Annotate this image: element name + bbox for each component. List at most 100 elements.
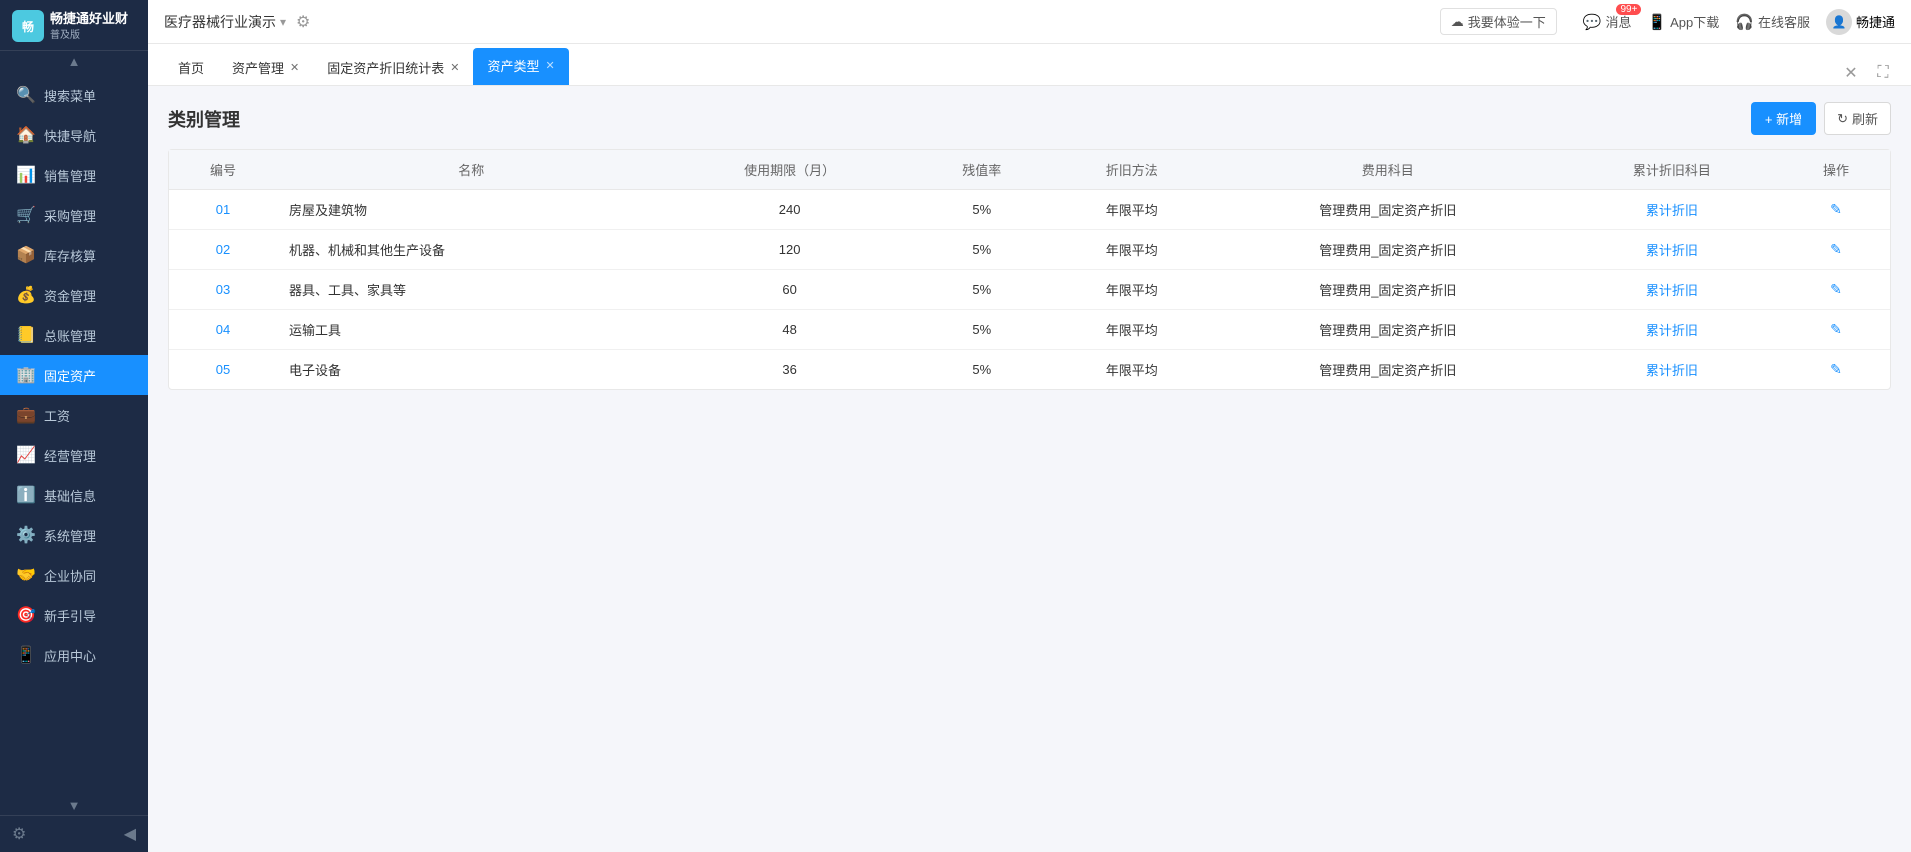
cell-action[interactable]: ✎ — [1782, 270, 1890, 310]
download-icon: 📱 — [1647, 13, 1666, 31]
sidebar-item-purchase[interactable]: 🛒 采购管理 — [0, 195, 148, 235]
sidebar-item-quick-nav[interactable]: 🏠 快捷导航 — [0, 115, 148, 155]
cell-id[interactable]: 02 — [169, 230, 277, 270]
sidebar-item-fixed-assets[interactable]: 🏢 固定资产 — [0, 355, 148, 395]
sidebar-item-newbie[interactable]: 🎯 新手引导 — [0, 595, 148, 635]
search-icon: 🔍 — [16, 85, 36, 105]
edit-icon[interactable]: ✎ — [1830, 241, 1842, 257]
tab-close-depreciation[interactable]: ✕ — [450, 61, 459, 74]
sidebar-item-inventory[interactable]: 📦 库存核算 — [0, 235, 148, 275]
cell-months: 240 — [666, 190, 914, 230]
edit-icon[interactable]: ✎ — [1830, 361, 1842, 377]
tab-asset-mgmt[interactable]: 资产管理 ✕ — [218, 50, 313, 85]
app-center-icon: 📱 — [16, 645, 36, 665]
tabs-bar: 首页 资产管理 ✕ 固定资产折旧统计表 ✕ 资产类型 ✕ ✕ ⛶ — [148, 44, 1911, 86]
gear-icon[interactable]: ⚙ — [296, 12, 310, 32]
cell-residual: 5% — [914, 230, 1050, 270]
online-service-button[interactable]: 🎧 在线客服 — [1735, 12, 1810, 31]
sidebar-item-app-center[interactable]: 📱 应用中心 — [0, 635, 148, 675]
cell-action[interactable]: ✎ — [1782, 350, 1890, 390]
inventory-icon: 📦 — [16, 245, 36, 265]
scroll-down-btn[interactable]: ▼ — [0, 795, 148, 815]
main-content: 医疗器械行业演示 ▾ ⚙ ☁ 我要体验一下 💬 消息 99+ 📱 App下载 🎧 — [148, 0, 1911, 852]
sidebar-item-ledger[interactable]: 📒 总账管理 — [0, 315, 148, 355]
topbar-right: 💬 消息 99+ 📱 App下载 🎧 在线客服 👤 畅捷通 — [1583, 9, 1895, 35]
table-header-row: 编号 名称 使用期限（月） 残值率 折旧方法 费用科目 累计折旧科目 操作 — [169, 150, 1890, 190]
sidebar-item-system[interactable]: ⚙️ 系统管理 — [0, 515, 148, 555]
col-header-action: 操作 — [1782, 150, 1890, 190]
cell-accumulated: 累计折旧 — [1562, 350, 1782, 390]
col-header-id: 编号 — [169, 150, 277, 190]
sidebar-item-salary[interactable]: 💼 工资 — [0, 395, 148, 435]
tab-home[interactable]: 首页 — [164, 50, 218, 85]
edit-icon[interactable]: ✎ — [1830, 321, 1842, 337]
cell-action[interactable]: ✎ — [1782, 230, 1890, 270]
scroll-up-btn[interactable]: ▲ — [0, 51, 148, 71]
app-download-button[interactable]: 📱 App下载 — [1647, 12, 1719, 31]
edit-icon[interactable]: ✎ — [1830, 281, 1842, 297]
experience-icon: ☁ — [1451, 14, 1464, 30]
page-content: 类别管理 + 新增 ↻ 刷新 编号 名称 使用期限（月） 残值率 折旧方法 — [148, 86, 1911, 852]
cell-action[interactable]: ✎ — [1782, 310, 1890, 350]
cell-expense: 管理费用_固定资产折旧 — [1214, 350, 1562, 390]
cell-action[interactable]: ✎ — [1782, 190, 1890, 230]
tab-close-asset-type[interactable]: ✕ — [546, 59, 555, 72]
cell-id[interactable]: 05 — [169, 350, 277, 390]
cell-accumulated: 累计折旧 — [1562, 230, 1782, 270]
service-icon: 🎧 — [1735, 13, 1754, 31]
app-logo-icon: 畅 — [12, 10, 44, 42]
notification-badge: 99+ — [1616, 4, 1641, 15]
notifications-button[interactable]: 💬 消息 99+ — [1583, 12, 1632, 31]
sidebar-item-basic-info[interactable]: ℹ️ 基础信息 — [0, 475, 148, 515]
cell-name: 器具、工具、家具等 — [277, 270, 666, 310]
settings-icon[interactable]: ⚙ — [12, 824, 26, 844]
sidebar-item-sales[interactable]: 📊 销售管理 — [0, 155, 148, 195]
close-window-btn[interactable]: ✕ — [1839, 61, 1863, 85]
salary-icon: 💼 — [16, 405, 36, 425]
cell-residual: 5% — [914, 350, 1050, 390]
tab-depreciation-table[interactable]: 固定资产折旧统计表 ✕ — [313, 50, 473, 85]
capital-icon: 💰 — [16, 285, 36, 305]
cell-months: 48 — [666, 310, 914, 350]
sidebar-item-search[interactable]: 🔍 搜索菜单 — [0, 75, 148, 115]
cell-months: 60 — [666, 270, 914, 310]
new-button[interactable]: + 新增 — [1751, 102, 1816, 135]
sidebar-item-operation[interactable]: 📈 经营管理 — [0, 435, 148, 475]
experience-button[interactable]: ☁ 我要体验一下 — [1440, 8, 1557, 35]
table-row: 05 电子设备 36 5% 年限平均 管理费用_固定资产折旧 累计折旧 ✎ — [169, 350, 1890, 390]
cell-accumulated: 累计折旧 — [1562, 310, 1782, 350]
page-header: 类别管理 + 新增 ↻ 刷新 — [168, 102, 1891, 135]
col-header-accumulated: 累计折旧科目 — [1562, 150, 1782, 190]
refresh-button[interactable]: ↻ 刷新 — [1824, 102, 1891, 135]
sidebar-item-enterprise[interactable]: 🤝 企业协同 — [0, 555, 148, 595]
cell-name: 房屋及建筑物 — [277, 190, 666, 230]
sidebar-item-capital[interactable]: 💰 资金管理 — [0, 275, 148, 315]
topbar-title: 医疗器械行业演示 ▾ — [164, 12, 286, 32]
tab-asset-type[interactable]: 资产类型 ✕ — [473, 48, 568, 85]
basic-info-icon: ℹ️ — [16, 485, 36, 505]
cell-residual: 5% — [914, 310, 1050, 350]
cell-id[interactable]: 03 — [169, 270, 277, 310]
collapse-icon[interactable]: ◀ — [124, 824, 136, 844]
user-menu[interactable]: 👤 畅捷通 — [1826, 9, 1895, 35]
edit-icon[interactable]: ✎ — [1830, 201, 1842, 217]
cell-method: 年限平均 — [1050, 350, 1214, 390]
cell-name: 运输工具 — [277, 310, 666, 350]
maximize-window-btn[interactable]: ⛶ — [1871, 61, 1895, 85]
fixed-assets-icon: 🏢 — [16, 365, 36, 385]
col-header-method: 折旧方法 — [1050, 150, 1214, 190]
newbie-icon: 🎯 — [16, 605, 36, 625]
col-header-residual: 残值率 — [914, 150, 1050, 190]
page-title: 类别管理 — [168, 106, 240, 132]
enterprise-icon: 🤝 — [16, 565, 36, 585]
cell-id[interactable]: 01 — [169, 190, 277, 230]
sidebar: 畅 畅捷通好业财 普及版 ▲ 🔍 搜索菜单 🏠 快捷导航 📊 销售管理 🛒 采购… — [0, 0, 148, 852]
cell-method: 年限平均 — [1050, 230, 1214, 270]
cell-expense: 管理费用_固定资产折旧 — [1214, 310, 1562, 350]
cell-method: 年限平均 — [1050, 270, 1214, 310]
col-header-expense: 费用科目 — [1214, 150, 1562, 190]
home-icon: 🏠 — [16, 125, 36, 145]
tab-close-asset-mgmt[interactable]: ✕ — [290, 61, 299, 74]
cell-id[interactable]: 04 — [169, 310, 277, 350]
cell-accumulated: 累计折旧 — [1562, 270, 1782, 310]
